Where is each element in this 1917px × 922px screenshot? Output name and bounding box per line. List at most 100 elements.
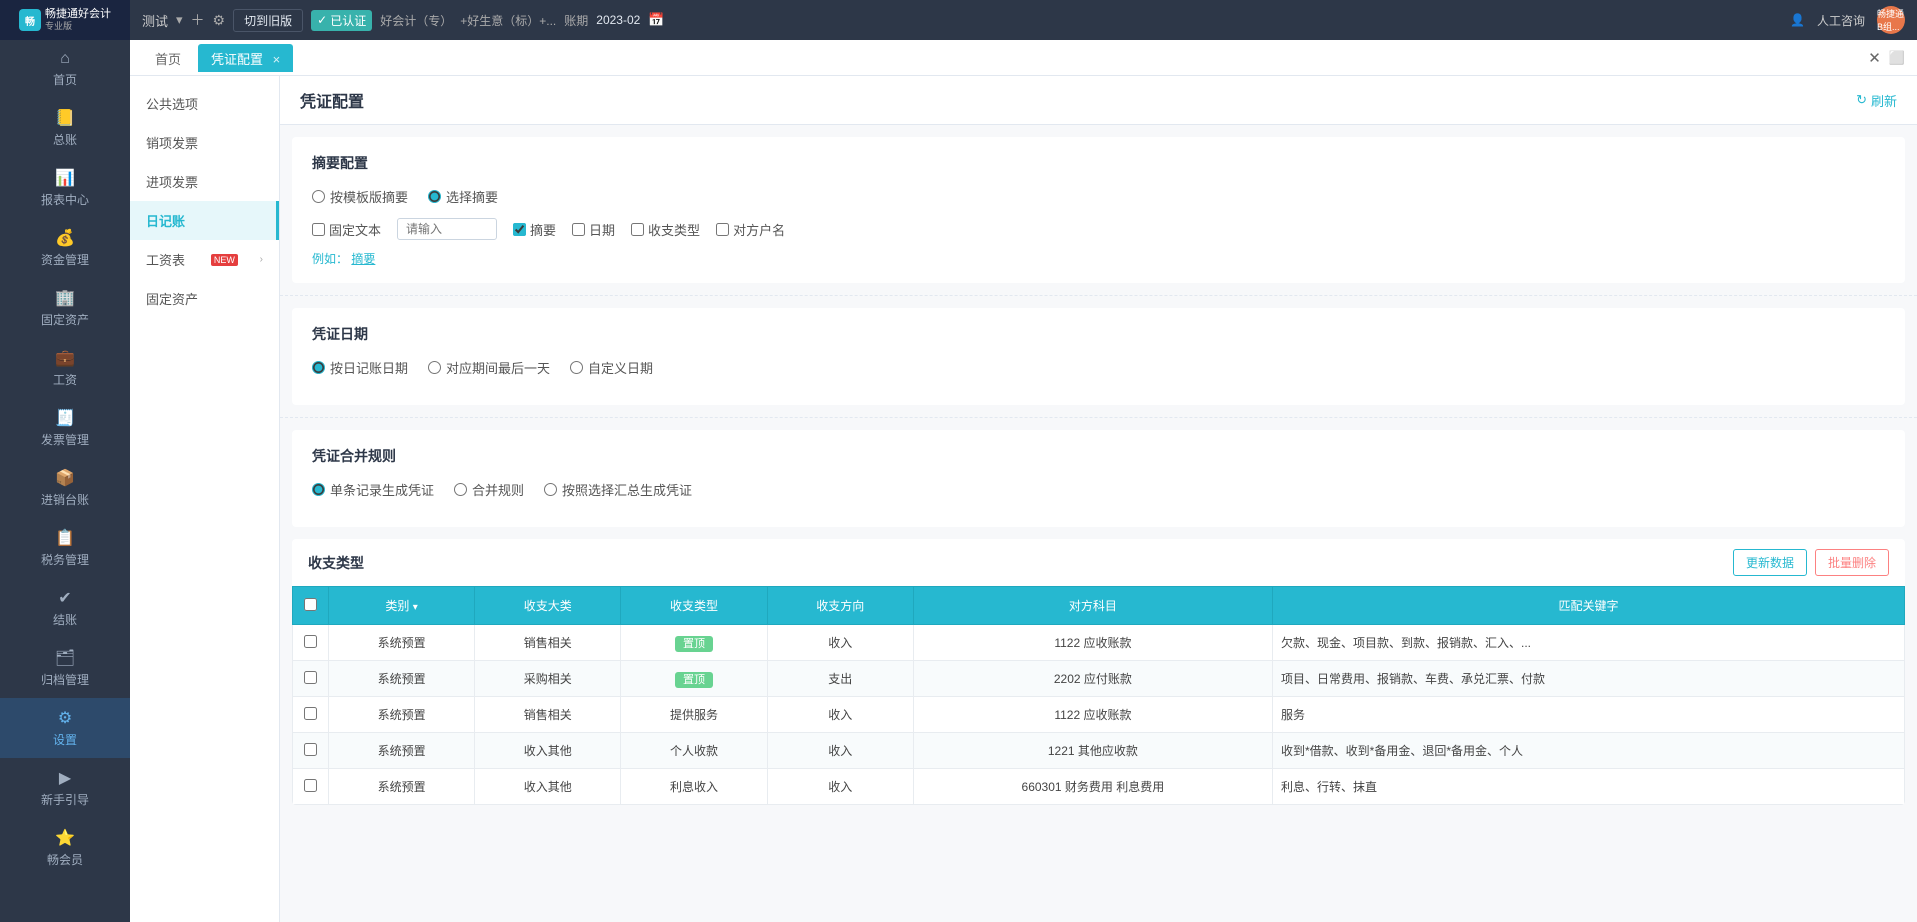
sidebar-item-salary[interactable]: 💼工资	[0, 338, 130, 398]
summary-checkbox-input-date[interactable]	[572, 223, 585, 236]
member-icon: ⭐	[55, 828, 75, 848]
mr-radio-label-merge: 合并规则	[472, 480, 524, 499]
archive-icon: 🗂	[55, 648, 75, 668]
fixed-text-checkbox[interactable]	[312, 223, 325, 236]
vd-radio-input-period-last[interactable]	[428, 361, 441, 374]
sub-nav-item-purchase-invoice[interactable]: 进项发票	[130, 162, 279, 201]
summary-checkbox-input-summary[interactable]	[513, 223, 526, 236]
row-keywords-4: 利息、行转、抹直	[1272, 769, 1904, 805]
tab-bar-right: ✕ ⬜	[1868, 49, 1905, 67]
row-checkbox-2[interactable]	[304, 707, 317, 720]
row-category-1: 系统预置	[329, 661, 475, 697]
summary-radio-input-template[interactable]	[312, 190, 325, 203]
row-major-type-1: 采购相关	[475, 661, 621, 697]
sub-nav-item-journal[interactable]: 日记账	[130, 201, 279, 240]
table-col-5: 匹配关键字	[1272, 587, 1904, 625]
salary-icon: 💼	[55, 348, 75, 368]
page-title: 凭证配置	[300, 88, 364, 112]
top-bar-right: 👤 人工咨询 畅捷通B组...	[1790, 6, 1905, 34]
tab-voucher-config[interactable]: 凭证配置 ×	[198, 44, 293, 72]
close-window-icon[interactable]: ✕	[1868, 49, 1881, 67]
sidebar-item-purchase-sales[interactable]: 📦进销台账	[0, 458, 130, 518]
table-col-0: 类别 ▾	[329, 587, 475, 625]
voucher-date-radio-journal-date[interactable]: 按日记账日期	[312, 358, 408, 377]
sidebar-label-purchase-sales: 进销台账	[41, 491, 89, 508]
sidebar-item-home[interactable]: ⌂首页	[0, 40, 130, 98]
page-content: 凭证配置 ↻ 刷新 摘要配置 按模板版摘要选择摘要 固定文本 摘要日期收支类型对…	[280, 76, 1917, 922]
sidebar-label-ledger: 总账	[53, 131, 77, 148]
merge-radio-single[interactable]: 单条记录生成凭证	[312, 480, 434, 499]
summary-radio-input-select[interactable]	[428, 190, 441, 203]
help-label[interactable]: 人工咨询	[1817, 12, 1865, 29]
summary-radio-select[interactable]: 选择摘要	[428, 187, 498, 206]
table-actions: 更新数据 批量删除	[1733, 549, 1889, 576]
refresh-button[interactable]: ↻ 刷新	[1856, 91, 1897, 110]
sub-nav-item-sales-invoice[interactable]: 销项发票	[130, 123, 279, 162]
sub-nav-item-public[interactable]: 公共选项	[130, 84, 279, 123]
voucher-date-radio-custom[interactable]: 自定义日期	[570, 358, 653, 377]
settings-icon[interactable]: ⚙	[213, 12, 226, 29]
sidebar-label-funds: 资金管理	[41, 251, 89, 268]
sidebar-item-invoice-mgmt[interactable]: 🧾发票管理	[0, 398, 130, 458]
content-area: 公共选项销项发票进项发票日记账工资表NEW›固定资产 凭证配置 ↻ 刷新 摘要配…	[130, 76, 1917, 922]
summary-radio-template[interactable]: 按模板版摘要	[312, 187, 408, 206]
sidebar-label-archive: 归档管理	[41, 671, 89, 688]
mr-radio-input-select-total[interactable]	[544, 483, 557, 496]
sidebar-item-archive[interactable]: 🗂 归档管理	[0, 638, 130, 698]
sidebar-item-ledger[interactable]: 📒总账	[0, 98, 130, 158]
summary-checkbox-input-counterpart[interactable]	[716, 223, 729, 236]
summary-checkbox-label-date: 日期	[589, 220, 615, 239]
summary-checkbox-date[interactable]: 日期	[572, 220, 615, 239]
merge-radio-merge[interactable]: 合并规则	[454, 480, 524, 499]
row-sub-type-3: 个人收款	[621, 733, 767, 769]
sidebar-item-fixed-assets[interactable]: 🏢固定资产	[0, 278, 130, 338]
maximize-icon[interactable]: ⬜	[1889, 50, 1905, 66]
row-checkbox-3[interactable]	[304, 743, 317, 756]
sidebar-item-reports[interactable]: 📊报表中心	[0, 158, 130, 218]
row-checkbox-1[interactable]	[304, 671, 317, 684]
row-checkbox-0[interactable]	[304, 635, 317, 648]
row-keywords-0: 欠款、现金、项目款、到款、报销款、汇入、...	[1272, 625, 1904, 661]
chevron-down-icon[interactable]: ▾	[176, 12, 183, 28]
summary-checkbox-label-counterpart: 对方户名	[733, 220, 785, 239]
settlement-icon: ✔	[58, 588, 71, 608]
sidebar-item-settings[interactable]: ⚙设置	[0, 698, 130, 758]
merge-radio-select-total[interactable]: 按照选择汇总生成凭证	[544, 480, 692, 499]
summary-checkbox-type[interactable]: 收支类型	[631, 220, 700, 239]
table-select-all[interactable]	[304, 598, 317, 611]
update-data-btn[interactable]: 更新数据	[1733, 549, 1807, 576]
sidebar-item-guide[interactable]: ▶新手引导	[0, 758, 130, 818]
row-major-type-3: 收入其他	[475, 733, 621, 769]
fixed-text-input[interactable]	[397, 218, 497, 240]
add-icon[interactable]: ＋	[191, 10, 205, 30]
sidebar-item-funds[interactable]: 💰资金管理	[0, 218, 130, 278]
row-checkbox-4[interactable]	[304, 779, 317, 792]
sidebar-item-tax[interactable]: 📋税务管理	[0, 518, 130, 578]
voucher-date-radio-period-last[interactable]: 对应期间最后一天	[428, 358, 550, 377]
sub-nav: 公共选项销项发票进项发票日记账工资表NEW›固定资产	[130, 76, 280, 922]
batch-delete-btn[interactable]: 批量删除	[1815, 549, 1889, 576]
sidebar-item-settlement[interactable]: ✔结账	[0, 578, 130, 638]
summary-checkbox-input-type[interactable]	[631, 223, 644, 236]
example-text: 例如： 摘要	[312, 250, 1885, 267]
summary-checkbox-summary[interactable]: 摘要	[513, 220, 556, 239]
summary-checkbox-counterpart[interactable]: 对方户名	[716, 220, 785, 239]
reports-icon: 📊	[55, 168, 75, 188]
sidebar-item-member[interactable]: ⭐畅会员	[0, 818, 130, 878]
mr-radio-input-merge[interactable]	[454, 483, 467, 496]
switch-old-btn[interactable]: 切到旧版	[233, 9, 303, 32]
vd-radio-input-custom[interactable]	[570, 361, 583, 374]
vd-radio-label-journal-date: 按日记账日期	[330, 358, 408, 377]
sub-nav-item-fixed-asset[interactable]: 固定资产	[130, 279, 279, 318]
mr-radio-input-single[interactable]	[312, 483, 325, 496]
tab-close-icon[interactable]: ×	[273, 52, 281, 67]
sub-nav-item-payroll[interactable]: 工资表NEW›	[130, 240, 279, 279]
calendar-icon[interactable]: 📅	[648, 12, 664, 28]
tab-home[interactable]: 首页	[142, 44, 194, 72]
vd-radio-input-journal-date[interactable]	[312, 361, 325, 374]
voucher-date-section: 凭证日期 按日记账日期对应期间最后一天自定义日期	[292, 308, 1905, 405]
row-category-0: 系统预置	[329, 625, 475, 661]
fixed-text-checkbox-item[interactable]: 固定文本	[312, 220, 381, 239]
top-bar: 测试 ▾ ＋ ⚙ 切到旧版 ✓ 已认证 好会计（专） +好生意（标）+... 账…	[0, 0, 1917, 40]
merge-rules-section: 凭证合并规则 单条记录生成凭证合并规则按照选择汇总生成凭证	[292, 430, 1905, 527]
